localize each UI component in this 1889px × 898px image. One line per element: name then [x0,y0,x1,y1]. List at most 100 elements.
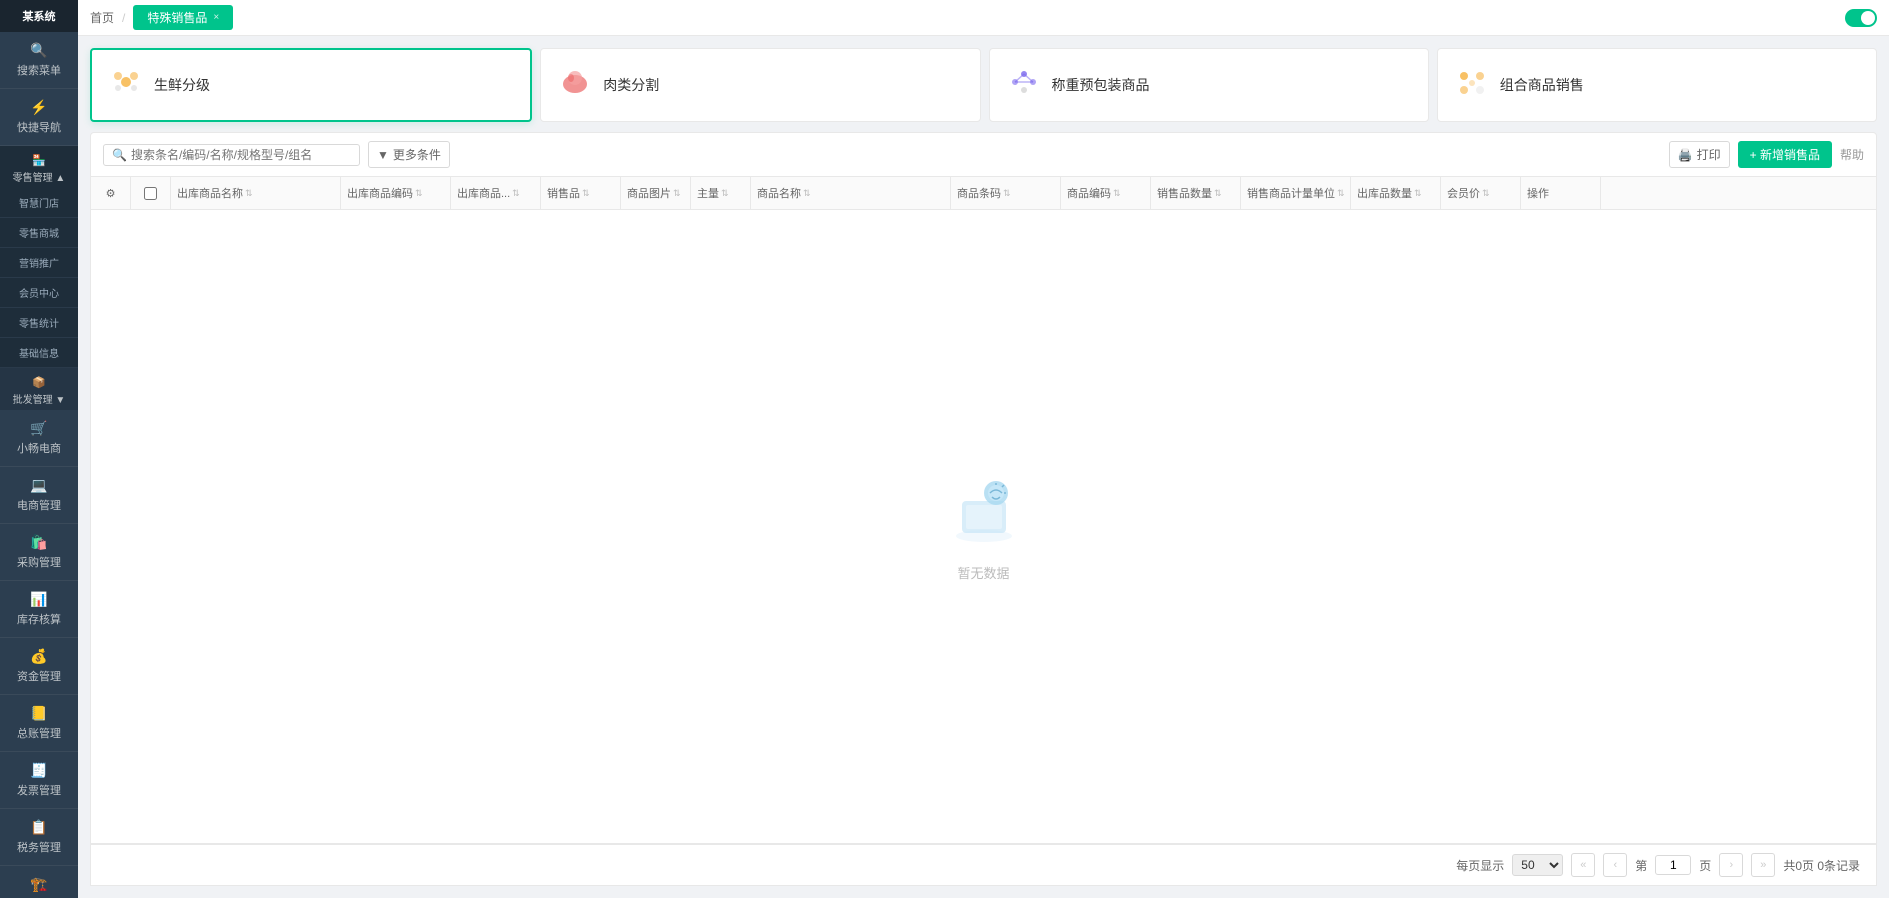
th-good-code: 商品编码 ⇅ [1061,177,1151,209]
sidebar: 某系统 🔍 搜索菜单 ⚡ 快捷导航 🏪 零售管理 ▲ 智慧门店 零售商城 营销推… [0,0,78,898]
active-tab[interactable]: 特殊销售品 × [133,5,233,30]
wholesale-icon: 📦 [32,376,46,389]
tab-fresh-label: 生鲜分级 [154,75,210,95]
weight-icon [1006,64,1042,106]
tab-weight-label: 称重预包装商品 [1052,75,1150,95]
sort-icon[interactable]: ⇅ [1482,188,1490,199]
add-button[interactable]: + 新增销售品 [1738,141,1832,168]
print-icon: 🖨️ [1678,148,1693,162]
sort-icon[interactable]: ⇅ [1113,188,1121,199]
sort-icon[interactable]: ⇅ [512,188,520,199]
th-checkbox[interactable] [131,177,171,209]
sidebar-item-search[interactable]: 🔍 搜索菜单 [0,32,78,89]
select-all-checkbox[interactable] [144,187,157,200]
tab-cards: 生鲜分级 肉类分割 [90,48,1877,122]
sidebar-section-label: 零售管理 ▲ [13,169,66,184]
prev-page-button[interactable]: ‹ [1603,853,1627,877]
sidebar-item-label: 搜索菜单 [17,62,61,78]
sort-icon[interactable]: ⇅ [245,188,253,199]
sort-icon[interactable]: ⇅ [582,188,590,199]
th-settings[interactable]: ⚙ [91,177,131,209]
tax-icon: 📋 [30,819,47,836]
tab-card-meat[interactable]: 肉类分割 [540,48,980,122]
toolbar-right: 🖨️ 打印 + 新增销售品 帮助 [1669,141,1864,168]
app-logo: 某系统 [0,0,78,32]
first-page-button[interactable]: « [1571,853,1595,877]
topbar: 首页 / 特殊销售品 × [78,0,1889,36]
th-out-name: 出库商品名称 ⇅ [171,177,341,209]
sort-icon[interactable]: ⇅ [1003,188,1011,199]
th-sale-qty: 销售品数量 ⇅ [1151,177,1241,209]
sidebar-item-label: 采购管理 [17,554,61,570]
next-page-button[interactable]: › [1719,853,1743,877]
sidebar-item-inventory[interactable]: 📊 库存核算 [0,581,78,638]
toggle-switch[interactable] [1845,9,1877,27]
topbar-right [1845,9,1877,27]
sidebar-item-retail-mall[interactable]: 零售商城 [0,218,78,248]
sidebar-item-mini-ecom[interactable]: 🛒 小畅电商 [0,410,78,467]
sidebar-section-wholesale[interactable]: 📦 批发管理 ▼ [0,368,78,410]
sidebar-item-label: 电商管理 [17,497,61,513]
sidebar-item-stats[interactable]: 零售统计 [0,308,78,338]
sidebar-item-label: 税务管理 [17,839,61,855]
home-link[interactable]: 首页 [90,9,114,26]
last-page-button[interactable]: » [1751,853,1775,877]
th-sale-unit: 销售商品计量单位 ⇅ [1241,177,1351,209]
tab-card-weight[interactable]: 称重预包装商品 [989,48,1429,122]
ledger-icon: 📒 [30,705,47,722]
settings-icon: ⚙ [106,187,116,200]
print-button[interactable]: 🖨️ 打印 [1669,141,1730,168]
filter-button[interactable]: ▼ 更多条件 [368,141,450,168]
sidebar-item-invoice[interactable]: 🧾 发票管理 [0,752,78,809]
tab-card-fresh[interactable]: 生鲜分级 [90,48,532,122]
table-container: ⚙ 出库商品名称 ⇅ 出库商品编码 ⇅ 出库商品... [90,177,1877,844]
sidebar-item-ecom-mgmt[interactable]: 💻 电商管理 [0,467,78,524]
sort-icon[interactable]: ⇅ [1214,188,1222,199]
sidebar-item-finance[interactable]: 💰 资金管理 [0,638,78,695]
assets-icon: 🏗️ [30,876,47,893]
sidebar-item-quick[interactable]: ⚡ 快捷导航 [0,89,78,146]
tab-card-combo[interactable]: 组合商品销售 [1437,48,1877,122]
help-button[interactable]: 帮助 [1840,146,1864,163]
empty-icon [944,471,1024,551]
sidebar-item-promo[interactable]: 营销推广 [0,248,78,278]
th-barcode: 商品条码 ⇅ [951,177,1061,209]
th-out-code2: 出库商品... ⇅ [451,177,541,209]
sidebar-section-retail[interactable]: 🏪 零售管理 ▲ [0,146,78,188]
finance-icon: 💰 [30,648,47,665]
page-unit: 页 [1699,857,1711,874]
purchase-icon: 🛍️ [30,534,47,551]
sidebar-item-base-info[interactable]: 基础信息 [0,338,78,368]
sort-icon[interactable]: ⇅ [1337,188,1345,199]
sidebar-item-purchase[interactable]: 🛍️ 采购管理 [0,524,78,581]
pagination-bar: 每页显示 50 10 20 100 « ‹ 第 页 › » 共0页 0条记录 [90,844,1877,886]
inventory-icon: 📊 [30,591,47,608]
th-sale: 销售品 ⇅ [541,177,621,209]
mini-ecom-icon: 🛒 [30,420,47,437]
toolbar: 🔍 ▼ 更多条件 🖨️ 打印 + 新增销售品 帮助 [90,132,1877,177]
main-content: 首页 / 特殊销售品 × [78,0,1889,898]
page-size-label: 每页显示 [1456,857,1504,874]
sidebar-item-assets[interactable]: 🏗️ 固定资产 [0,866,78,898]
search-input[interactable] [131,148,351,162]
page-number-input[interactable] [1655,855,1691,875]
sidebar-item-tax[interactable]: 📋 税务管理 [0,809,78,866]
sort-icon[interactable]: ⇅ [803,188,811,199]
sidebar-item-member[interactable]: 会员中心 [0,278,78,308]
tab-meat-label: 肉类分割 [603,75,659,95]
sort-icon[interactable]: ⇅ [415,188,423,199]
sidebar-item-smart-shop[interactable]: 智慧门店 [0,188,78,218]
ecom-icon: 💻 [30,477,47,494]
page-label: 第 [1635,857,1647,874]
search-box[interactable]: 🔍 [103,144,360,166]
page-size-select[interactable]: 50 10 20 100 [1512,854,1563,876]
sort-icon[interactable]: ⇅ [1414,188,1422,199]
sidebar-item-ledger[interactable]: 📒 总账管理 [0,695,78,752]
sort-icon[interactable]: ⇅ [673,188,681,199]
sort-icon[interactable]: ⇅ [721,188,729,199]
total-info: 共0页 0条记录 [1783,857,1860,874]
tab-close-btn[interactable]: × [213,12,219,23]
th-main: 主量 ⇅ [691,177,751,209]
meat-icon [557,64,593,106]
sidebar-item-label: 快捷导航 [17,119,61,135]
